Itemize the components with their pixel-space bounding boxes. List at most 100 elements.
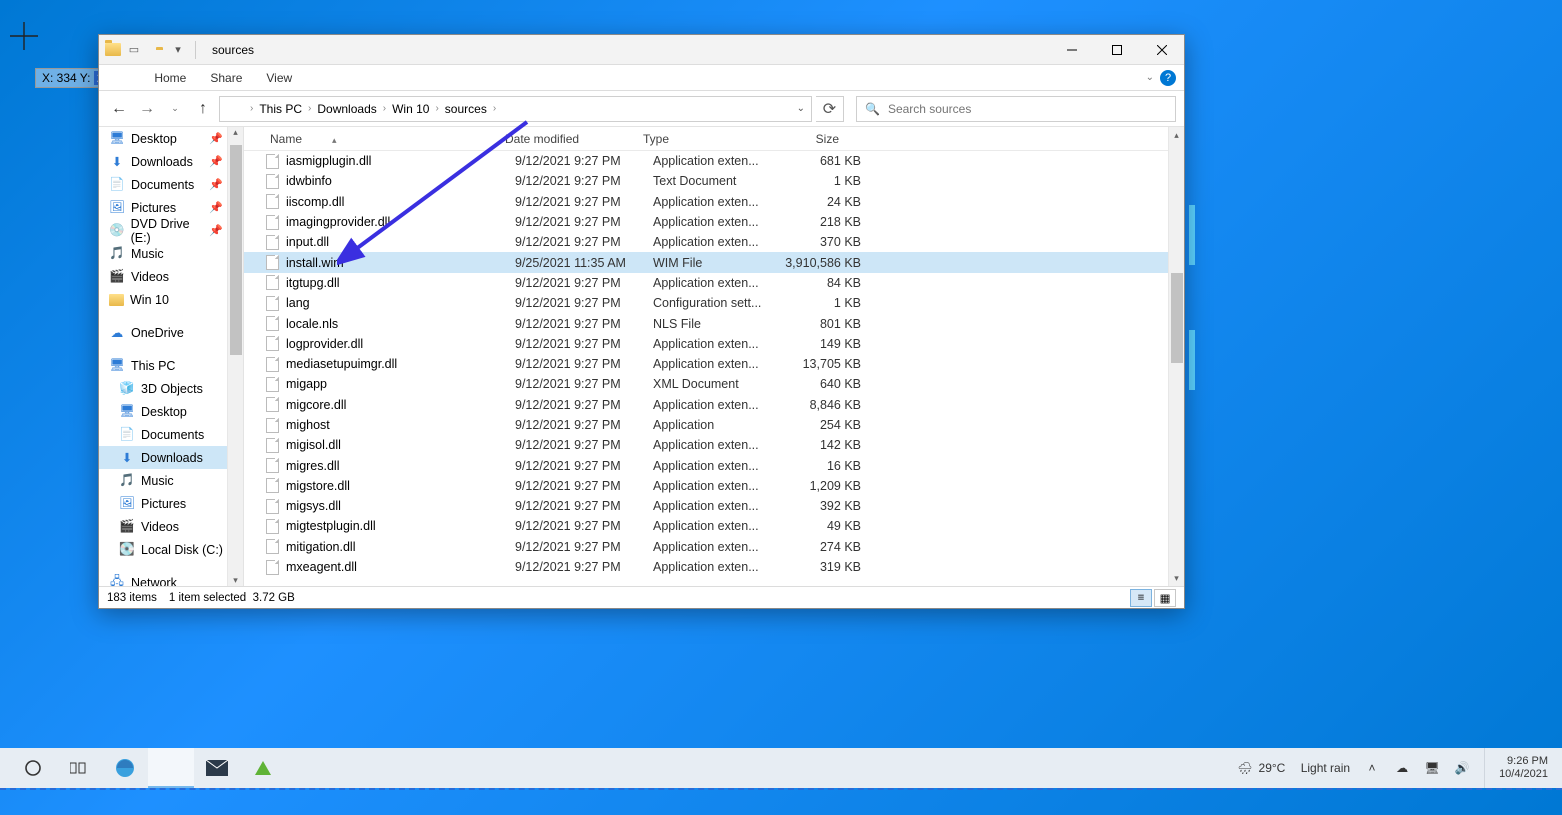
file-row[interactable]: imagingprovider.dll 9/12/2021 9:27 PM Ap…: [244, 212, 1184, 232]
file-icon: [264, 356, 280, 372]
nav-label: DVD Drive (E:): [131, 217, 204, 245]
start-button[interactable]: [10, 748, 56, 788]
nav-network[interactable]: 🖧Network: [99, 571, 243, 586]
tab-view[interactable]: View: [254, 65, 304, 90]
breadcrumb-item[interactable]: sources: [443, 102, 489, 116]
recent-locations-button[interactable]: ⌄: [163, 97, 187, 121]
file-row[interactable]: iasmigplugin.dll 9/12/2021 9:27 PM Appli…: [244, 151, 1184, 171]
file-row[interactable]: migtestplugin.dll 9/12/2021 9:27 PM Appl…: [244, 516, 1184, 536]
tab-file[interactable]: File: [99, 65, 142, 90]
bg-accent: [1189, 205, 1195, 265]
file-row[interactable]: input.dll 9/12/2021 9:27 PM Application …: [244, 232, 1184, 252]
file-size: 319 KB: [771, 560, 861, 574]
maximize-button[interactable]: [1094, 35, 1139, 64]
file-icon: [264, 417, 280, 433]
file-row[interactable]: mighost 9/12/2021 9:27 PM Application 25…: [244, 415, 1184, 435]
breadcrumb-item[interactable]: Win 10: [390, 102, 431, 116]
tab-home[interactable]: Home: [142, 65, 198, 90]
taskbar-app[interactable]: [240, 748, 286, 788]
nav-pc-item[interactable]: 🎵Music: [99, 469, 243, 492]
nav-pc-item[interactable]: 🖼Pictures: [99, 492, 243, 515]
tray-volume-icon[interactable]: 🔊: [1454, 760, 1470, 776]
view-large-icons-button[interactable]: ▦: [1154, 589, 1176, 607]
file-row[interactable]: lang 9/12/2021 9:27 PM Configuration set…: [244, 293, 1184, 313]
nav-quick-item[interactable]: 🎵Music: [99, 242, 243, 265]
file-date: 9/12/2021 9:27 PM: [515, 519, 653, 533]
nav-onedrive[interactable]: ☁OneDrive: [99, 321, 243, 344]
file-row[interactable]: mitigation.dll 9/12/2021 9:27 PM Applica…: [244, 537, 1184, 557]
nav-quick-item[interactable]: 💿DVD Drive (E:)📌: [99, 219, 243, 242]
file-row[interactable]: migres.dll 9/12/2021 9:27 PM Application…: [244, 455, 1184, 475]
file-row[interactable]: idwbinfo 9/12/2021 9:27 PM Text Document…: [244, 171, 1184, 191]
task-view-button[interactable]: [56, 748, 102, 788]
nav-pc-item[interactable]: 📄Documents: [99, 423, 243, 446]
taskbar-mail[interactable]: [194, 748, 240, 788]
tray-network-icon[interactable]: 🖥: [1424, 760, 1440, 776]
up-button[interactable]: ↑: [191, 97, 215, 121]
qat-dropdown-icon[interactable]: ▾: [169, 43, 187, 56]
ribbon-collapse-icon[interactable]: ⌄: [1146, 72, 1154, 83]
weather-icon[interactable]: 🌧29°C Light rain: [1237, 761, 1350, 775]
file-date: 9/12/2021 9:27 PM: [515, 499, 653, 513]
tab-share[interactable]: Share: [198, 65, 254, 90]
search-box[interactable]: 🔍: [856, 96, 1176, 122]
taskbar[interactable]: 🌧29°C Light rain ˄ ☁ 🖥 🔊 9:26 PM10/4/202…: [0, 748, 1562, 788]
help-icon[interactable]: ?: [1160, 70, 1176, 86]
taskbar-explorer[interactable]: [148, 748, 194, 788]
nav-this-pc[interactable]: 🖥This PC: [99, 354, 243, 377]
address-dropdown-icon[interactable]: ⌄: [791, 103, 811, 114]
nav-label: Desktop: [131, 132, 177, 146]
file-date: 9/12/2021 9:27 PM: [515, 377, 653, 391]
tray-onedrive-icon[interactable]: ☁: [1394, 760, 1410, 776]
navpane-scrollbar[interactable]: ▴▾: [227, 127, 243, 586]
titlebar[interactable]: ▭ ▾ sources: [99, 35, 1184, 65]
file-name: mxeagent.dll: [286, 560, 515, 574]
tray-overflow-icon[interactable]: ˄: [1364, 760, 1380, 776]
filelist-scrollbar[interactable]: ▴▾: [1168, 127, 1184, 586]
nav-pc-item[interactable]: 🖥Desktop: [99, 400, 243, 423]
nav-label: Desktop: [141, 405, 187, 419]
refresh-button[interactable]: ⟳: [816, 96, 844, 122]
search-input[interactable]: [888, 102, 1167, 116]
pin-icon: 📌: [209, 155, 223, 168]
close-button[interactable]: [1139, 35, 1184, 64]
file-date: 9/12/2021 9:27 PM: [515, 235, 653, 249]
qat-properties-icon[interactable]: ▭: [125, 43, 143, 56]
file-row[interactable]: mediasetupuimgr.dll 9/12/2021 9:27 PM Ap…: [244, 354, 1184, 374]
folder-icon: [109, 294, 124, 306]
taskbar-clock[interactable]: 9:26 PM10/4/2021: [1499, 755, 1552, 781]
music-icon: 🎵: [119, 473, 135, 489]
file-row[interactable]: mxeagent.dll 9/12/2021 9:27 PM Applicati…: [244, 557, 1184, 577]
nav-quick-item[interactable]: 📄Documents📌: [99, 173, 243, 196]
nav-quick-item[interactable]: 🎬Videos: [99, 265, 243, 288]
file-row[interactable]: locale.nls 9/12/2021 9:27 PM NLS File 80…: [244, 313, 1184, 333]
breadcrumb-item[interactable]: This PC: [257, 102, 304, 116]
file-row[interactable]: migisol.dll 9/12/2021 9:27 PM Applicatio…: [244, 435, 1184, 455]
file-row[interactable]: migcore.dll 9/12/2021 9:27 PM Applicatio…: [244, 395, 1184, 415]
column-headers[interactable]: Name▴ Date modified Type Size: [244, 127, 1184, 151]
file-row[interactable]: migstore.dll 9/12/2021 9:27 PM Applicati…: [244, 476, 1184, 496]
file-row[interactable]: migapp 9/12/2021 9:27 PM XML Document 64…: [244, 374, 1184, 394]
file-row[interactable]: install.wim 9/25/2021 11:35 AM WIM File …: [244, 252, 1184, 272]
taskbar-edge[interactable]: [102, 748, 148, 788]
file-row[interactable]: logprovider.dll 9/12/2021 9:27 PM Applic…: [244, 334, 1184, 354]
file-row[interactable]: iiscomp.dll 9/12/2021 9:27 PM Applicatio…: [244, 192, 1184, 212]
nav-quick-item[interactable]: ⬇Downloads📌: [99, 150, 243, 173]
file-row[interactable]: migsys.dll 9/12/2021 9:27 PM Application…: [244, 496, 1184, 516]
file-row[interactable]: itgtupg.dll 9/12/2021 9:27 PM Applicatio…: [244, 273, 1184, 293]
forward-button[interactable]: →: [135, 97, 159, 121]
nav-label: Pictures: [131, 201, 176, 215]
file-date: 9/12/2021 9:27 PM: [515, 357, 653, 371]
nav-pc-item[interactable]: ⬇Downloads: [99, 446, 243, 469]
nav-quick-item[interactable]: Win 10: [99, 288, 243, 311]
back-button[interactable]: ←: [107, 97, 131, 121]
file-name: migsys.dll: [286, 499, 515, 513]
minimize-button[interactable]: [1049, 35, 1094, 64]
nav-pc-item[interactable]: 💽Local Disk (C:): [99, 538, 243, 561]
nav-quick-item[interactable]: 🖥Desktop📌: [99, 127, 243, 150]
nav-pc-item[interactable]: 🧊3D Objects: [99, 377, 243, 400]
view-details-button[interactable]: ≡: [1130, 589, 1152, 607]
breadcrumb-item[interactable]: Downloads: [315, 102, 378, 116]
address-bar[interactable]: › This PC › Downloads › Win 10 › sources…: [219, 96, 812, 122]
nav-pc-item[interactable]: 🎬Videos: [99, 515, 243, 538]
